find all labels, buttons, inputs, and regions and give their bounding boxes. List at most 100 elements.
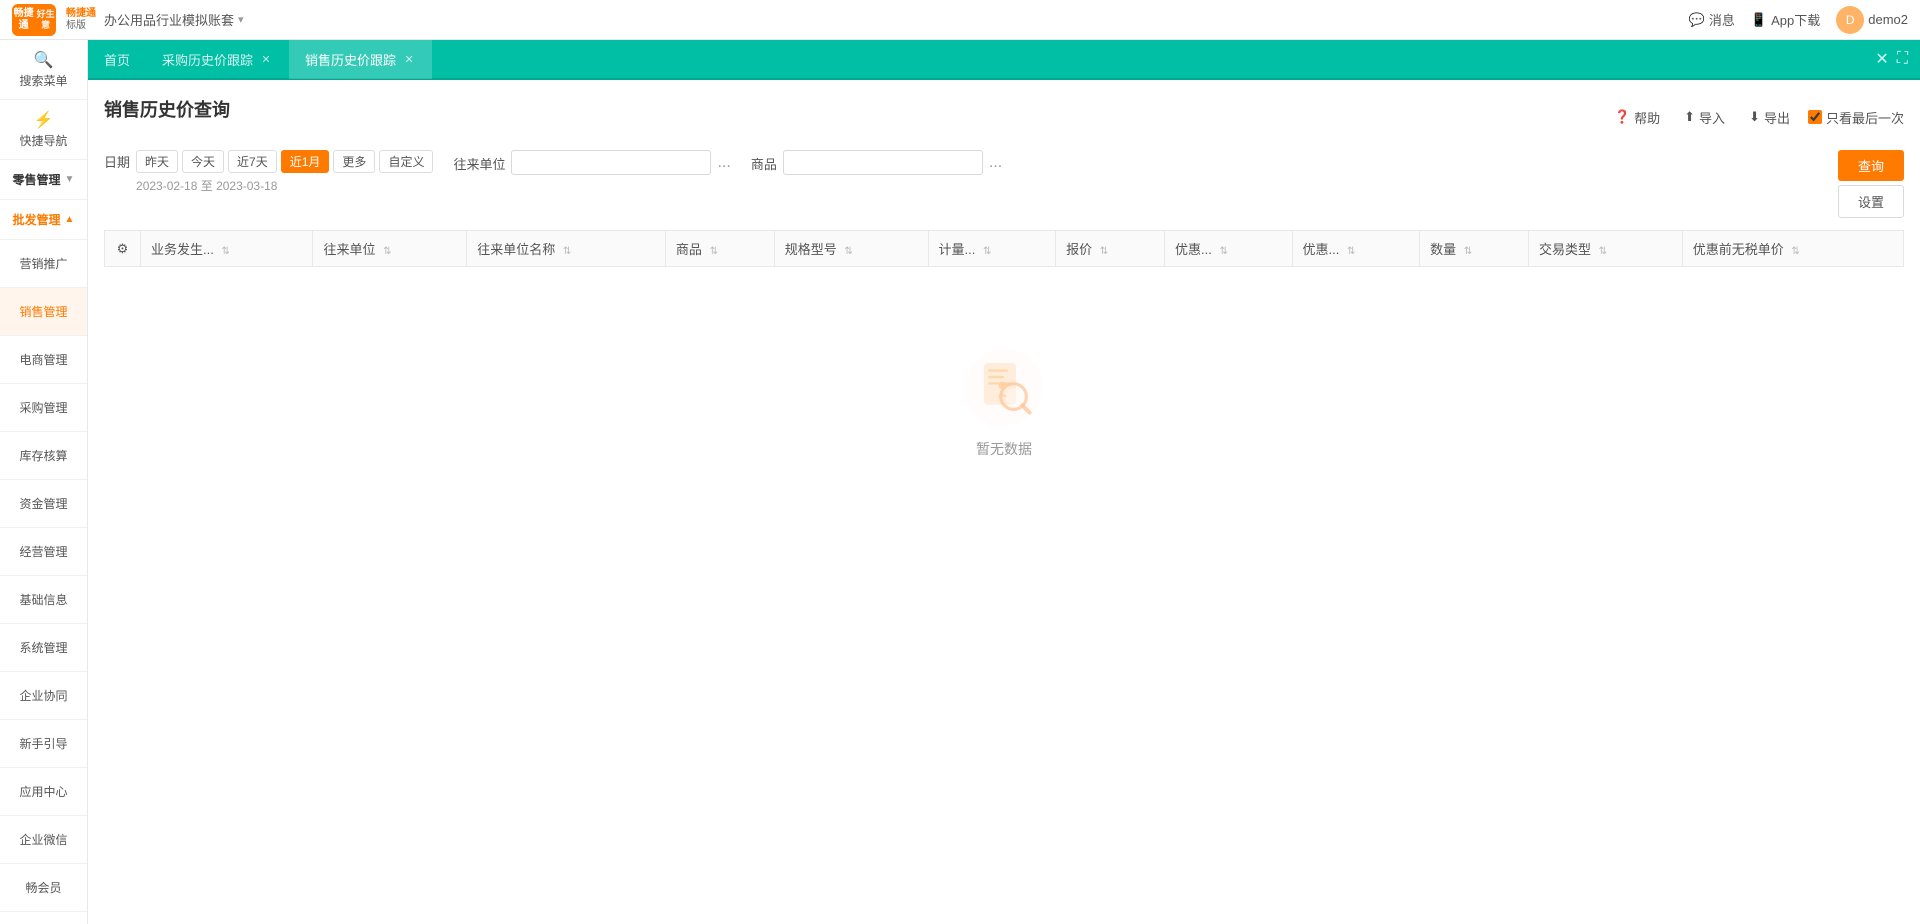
sort-icon: ⇅ — [1100, 246, 1108, 257]
table-col-product[interactable]: 商品 ⇅ — [665, 231, 774, 267]
sidebar-item-search-menu[interactable]: 🔍 搜索菜单 — [0, 40, 87, 100]
tab-purchase-history[interactable]: 采购历史价跟踪 ✕ — [146, 40, 289, 79]
data-table: ⚙ 业务发生... ⇅ 往来单位 ⇅ 往来单位名称 ⇅ — [104, 230, 1904, 267]
table-col-quantity[interactable]: 数量 ⇅ — [1420, 231, 1529, 267]
sort-icon: ⇅ — [1791, 246, 1799, 257]
sidebar-item-sales[interactable]: 销售管理 — [0, 288, 87, 336]
chevron-down-icon: ▼ — [65, 174, 75, 185]
date-btn-7days[interactable]: 近7天 — [228, 150, 277, 173]
sidebar-item-member[interactable]: 畅会员 — [0, 864, 87, 912]
sidebar-item-quick-nav[interactable]: ⚡ 快捷导航 — [0, 100, 87, 160]
settings-button[interactable]: 设置 — [1838, 185, 1904, 218]
sidebar-item-finance[interactable]: 资金管理 — [0, 480, 87, 528]
sidebar-item-system[interactable]: 系统管理 — [0, 624, 87, 672]
date-btn-yesterday[interactable]: 昨天 — [136, 150, 178, 173]
sidebar-item-marketing[interactable]: 营销推广 — [0, 240, 87, 288]
sidebar-item-wholesale[interactable]: 批发管理 ▲ — [0, 200, 87, 240]
table-col-discount2[interactable]: 优惠... ⇅ — [1292, 231, 1420, 267]
date-filter-group: 日期 昨天 今天 近7天 近1月 更多 自定义 2023-02-18 至 202… — [104, 150, 433, 194]
query-button[interactable]: 查询 — [1838, 150, 1904, 181]
main-layout: 🔍 搜索菜单 ⚡ 快捷导航 零售管理 ▼ 批发管理 ▲ 营销推广 销售管理 电商… — [0, 40, 1920, 924]
app-selector-dropdown[interactable]: 办公用品行业模拟账套 ▾ — [104, 10, 1681, 29]
sidebar-item-retail[interactable]: 零售管理 ▼ — [0, 160, 87, 200]
sort-icon: ⇅ — [983, 246, 991, 257]
chevron-down-icon: ▾ — [238, 13, 244, 26]
gear-icon: ⚙ — [117, 241, 129, 256]
import-icon: ⬆ — [1684, 109, 1695, 125]
table-col-discount1[interactable]: 优惠... ⇅ — [1164, 231, 1292, 267]
date-btn-custom[interactable]: 自定义 — [379, 150, 433, 173]
date-range-display: 2023-02-18 至 2023-03-18 — [136, 177, 433, 194]
sidebar-item-inventory[interactable]: 库存核算 — [0, 432, 87, 480]
topbar-right: 💬 消息 📱 App下载 D demo2 — [1689, 6, 1908, 34]
help-button[interactable]: ❓ 帮助 — [1608, 104, 1666, 131]
table-col-biz-date[interactable]: 业务发生... ⇅ — [141, 231, 313, 267]
import-button[interactable]: ⬆ 导入 — [1678, 104, 1731, 131]
only-last-input[interactable] — [1808, 110, 1822, 124]
page-content: 销售历史价查询 ❓ 帮助 ⬆ 导入 ⬇ 导出 — [88, 80, 1920, 924]
table-col-spec[interactable]: 规格型号 ⇅ — [774, 231, 928, 267]
tabs-actions: ✕ ⛶ — [1863, 49, 1920, 69]
date-buttons: 昨天 今天 近7天 近1月 更多 自定义 — [136, 150, 433, 173]
tab-purchase-history-close[interactable]: ✕ — [259, 52, 273, 66]
search-icon: 🔍 — [34, 50, 54, 70]
sort-icon: ⇅ — [221, 246, 229, 257]
message-button[interactable]: 💬 消息 — [1689, 10, 1735, 29]
table-col-quote[interactable]: 报价 ⇅ — [1056, 231, 1165, 267]
product-dots-button[interactable]: ... — [989, 154, 1002, 172]
tabs-bar: 首页 采购历史价跟踪 ✕ 销售历史价跟踪 ✕ ✕ ⛶ — [88, 40, 1920, 80]
sidebar-item-purchase[interactable]: 采购管理 — [0, 384, 87, 432]
table-col-unit[interactable]: 计量... ⇅ — [928, 231, 1056, 267]
table-col-pre-tax[interactable]: 优惠前无税单价 ⇅ — [1682, 231, 1903, 267]
brand-label: 畅捷通 — [66, 8, 96, 20]
sidebar: 🔍 搜索菜单 ⚡ 快捷导航 零售管理 ▼ 批发管理 ▲ 营销推广 销售管理 电商… — [0, 40, 88, 924]
avatar: D — [1836, 6, 1864, 34]
table-col-trade-type[interactable]: 交易类型 ⇅ — [1528, 231, 1682, 267]
table-col-settings[interactable]: ⚙ — [105, 231, 141, 267]
date-btn-more[interactable]: 更多 — [333, 150, 375, 173]
maximize-icon[interactable]: ⛶ — [1897, 50, 1908, 68]
date-filter-options: 昨天 今天 近7天 近1月 更多 自定义 2023-02-18 至 2023-0… — [136, 150, 433, 194]
sort-icon: ⇅ — [1219, 246, 1227, 257]
close-all-icon[interactable]: ✕ — [1875, 49, 1888, 69]
sidebar-item-guide[interactable]: 新手引导 — [0, 720, 87, 768]
page-title: 销售历史价查询 — [104, 96, 230, 122]
sidebar-item-enterprise[interactable]: 企业协同 — [0, 672, 87, 720]
partner-filter-input[interactable] — [511, 150, 711, 175]
date-btn-1month[interactable]: 近1月 — [281, 150, 330, 173]
partner-dots-button[interactable]: ... — [717, 154, 730, 172]
tab-home[interactable]: 首页 — [88, 40, 146, 79]
app-logo: 畅捷通 好生意 — [12, 4, 56, 36]
sort-icon: ⇅ — [383, 246, 391, 257]
only-last-checkbox[interactable]: 只看最后一次 — [1808, 108, 1904, 127]
sort-icon: ⇅ — [563, 246, 571, 257]
sidebar-item-basic-info[interactable]: 基础信息 — [0, 576, 87, 624]
export-button[interactable]: ⬇ 导出 — [1743, 104, 1796, 131]
app-download-button[interactable]: 📱 App下载 — [1751, 10, 1820, 29]
partner-filter-label: 往来单位 — [453, 152, 505, 173]
tab-sales-history-close[interactable]: ✕ — [402, 52, 416, 66]
help-icon: ❓ — [1614, 109, 1630, 125]
sidebar-item-wechat[interactable]: 企业微信 — [0, 816, 87, 864]
topbar: 畅捷通 好生意 畅捷通 标版 办公用品行业模拟账套 ▾ 💬 消息 📱 App下载… — [0, 0, 1920, 40]
sidebar-item-operation[interactable]: 经营管理 — [0, 528, 87, 576]
sort-icon: ⇅ — [1464, 246, 1472, 257]
partner-filter-group: 往来单位 ... — [453, 150, 730, 175]
message-icon: 💬 — [1689, 12, 1705, 28]
tab-sales-history[interactable]: 销售历史价跟踪 ✕ — [289, 40, 432, 79]
download-icon: 📱 — [1751, 12, 1767, 28]
product-filter-input[interactable] — [783, 150, 983, 175]
user-menu[interactable]: D demo2 — [1836, 6, 1908, 34]
export-icon: ⬇ — [1749, 109, 1760, 125]
version-label: 标版 — [66, 20, 96, 32]
table-col-partner[interactable]: 往来单位 ⇅ — [313, 231, 467, 267]
sidebar-item-ecommerce[interactable]: 电商管理 — [0, 336, 87, 384]
sort-icon: ⇅ — [1347, 246, 1355, 257]
date-btn-today[interactable]: 今天 — [182, 150, 224, 173]
sort-icon: ⇅ — [844, 246, 852, 257]
table-col-partner-name[interactable]: 往来单位名称 ⇅ — [467, 231, 666, 267]
sidebar-item-app-center[interactable]: 应用中心 — [0, 768, 87, 816]
product-filter-group: 商品 ... — [751, 150, 1002, 175]
product-filter-label: 商品 — [751, 152, 777, 173]
table-header: ⚙ 业务发生... ⇅ 往来单位 ⇅ 往来单位名称 ⇅ — [105, 231, 1904, 267]
